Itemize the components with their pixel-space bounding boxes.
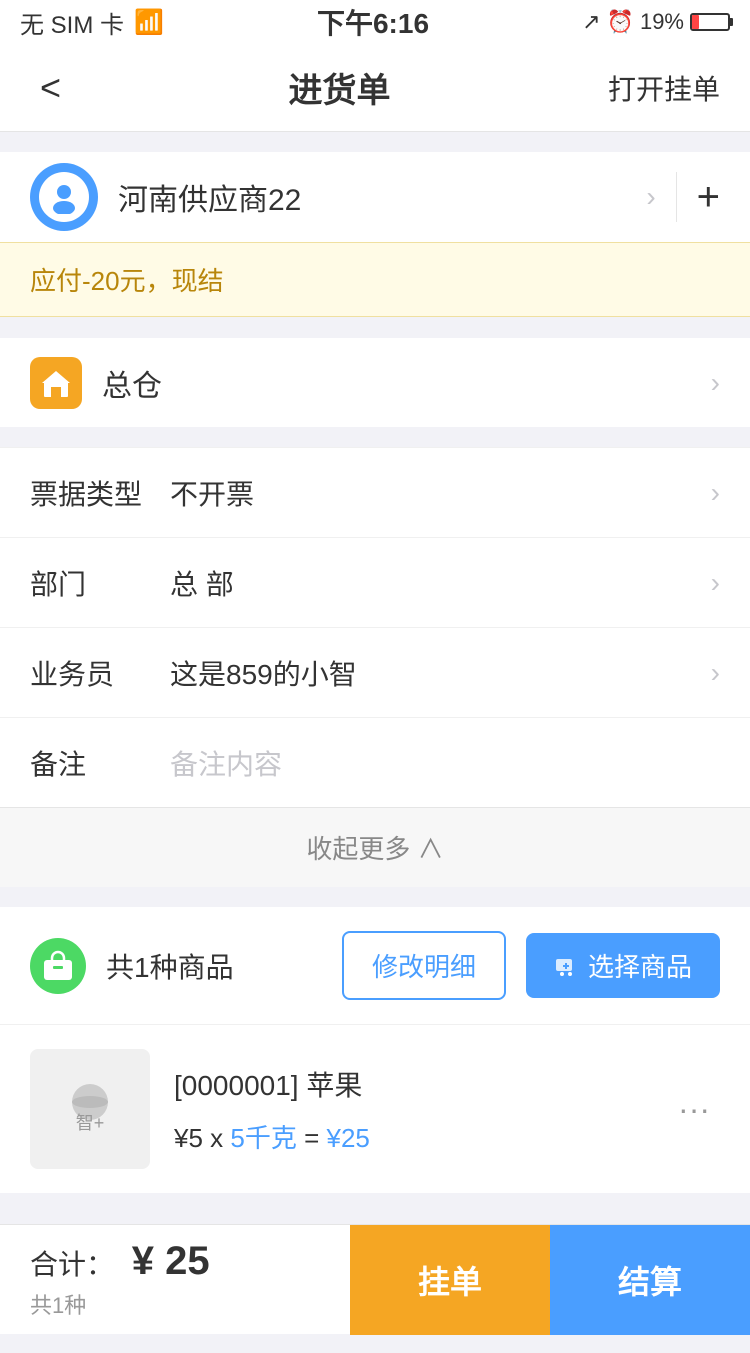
invoice-type-arrow: › <box>711 477 720 509</box>
supplier-section: 河南供应商22 › + 应付-20元，现结 <box>0 152 750 317</box>
products-header: 共1种商品 修改明细 选择商品 <box>0 907 750 1024</box>
price-qty: 5千克 <box>230 1123 296 1153</box>
total-amount: ¥ 25 <box>132 1239 210 1283</box>
collapse-label: 收起更多 ∧ <box>306 829 443 866</box>
gap-4 <box>0 887 750 907</box>
invoice-type-label: 票据类型 <box>30 473 150 513</box>
gap-2 <box>0 317 750 337</box>
salesperson-label: 业务员 <box>30 653 150 693</box>
status-bar: 无 SIM 卡 📶 下午6:16 ↗ ⏰ 19% <box>0 0 750 44</box>
form-section: 票据类型 不开票 › 部门 总 部 › 业务员 这是859的小智 › 备注 备注… <box>0 447 750 807</box>
cart-icon <box>554 954 578 978</box>
invoice-type-row[interactable]: 票据类型 不开票 › <box>0 447 750 537</box>
location-icon: ↗ <box>582 9 600 35</box>
products-icon <box>30 938 86 994</box>
gap-1 <box>0 132 750 152</box>
product-name: [0000001] 苹果 <box>174 1064 644 1104</box>
supplier-name: 河南供应商22 <box>118 175 646 219</box>
product-code: [0000001] <box>174 1070 306 1101</box>
remark-row[interactable]: 备注 备注内容 <box>0 717 750 807</box>
alarm-icon: ⏰ <box>607 9 634 35</box>
select-product-button[interactable]: 选择商品 <box>526 933 720 998</box>
warehouse-name: 总仓 <box>102 361 711 405</box>
battery-icon <box>690 13 730 31</box>
alert-text: 应付-20元，现结 <box>30 266 224 296</box>
collapse-button[interactable]: 收起更多 ∧ <box>0 807 750 887</box>
edit-detail-button[interactable]: 修改明细 <box>342 931 506 1000</box>
product-thumbnail: 智+ <box>30 1049 150 1169</box>
salesperson-arrow: › <box>711 657 720 689</box>
price-equals: = <box>304 1123 326 1153</box>
add-supplier-button[interactable]: + <box>697 175 720 220</box>
department-arrow: › <box>711 567 720 599</box>
checkout-button[interactable]: 结算 <box>550 1225 750 1335</box>
supplier-avatar <box>30 163 98 231</box>
total-count: 共1种 <box>30 1288 320 1320</box>
price-total: ¥25 <box>327 1123 370 1153</box>
wifi-icon: 📶 <box>134 8 164 37</box>
supplier-row[interactable]: 河南供应商22 › + <box>0 152 750 242</box>
product-price: ¥5 x 5千克 = ¥25 <box>174 1118 644 1155</box>
remark-label: 备注 <box>30 743 150 783</box>
person-icon <box>47 180 81 214</box>
status-right: ↗ ⏰ 19% <box>582 9 730 35</box>
department-row[interactable]: 部门 总 部 › <box>0 537 750 627</box>
bag-icon <box>40 948 76 984</box>
hang-order-button[interactable]: 挂单 <box>350 1225 550 1335</box>
product-thumb-icon: 智+ <box>55 1074 125 1144</box>
gap-3 <box>0 427 750 447</box>
select-product-label: 选择商品 <box>588 947 692 984</box>
product-more-button[interactable]: ··· <box>668 1081 720 1138</box>
product-item: 智+ [0000001] 苹果 ¥5 x 5千克 = ¥25 ··· <box>0 1024 750 1193</box>
page-title: 进货单 <box>289 63 391 112</box>
warehouse-arrow-icon: › <box>711 367 720 399</box>
price-separator: x <box>210 1123 230 1153</box>
department-label: 部门 <box>30 563 150 603</box>
total-section: 合计： ¥ 25 共1种 <box>0 1239 350 1320</box>
back-button[interactable]: < <box>30 57 71 119</box>
warehouse-icon <box>30 357 82 409</box>
invoice-type-value: 不开票 <box>150 473 711 513</box>
price-base: ¥5 <box>174 1123 203 1153</box>
total-label: 合计： <box>30 1249 114 1280</box>
svg-text:智+: 智+ <box>76 1113 105 1133</box>
salesperson-row[interactable]: 业务员 这是859的小智 › <box>0 627 750 717</box>
alert-banner: 应付-20元，现结 <box>0 242 750 317</box>
supplier-arrow-icon: › <box>646 181 655 213</box>
carrier-label: 无 SIM 卡 <box>20 5 124 40</box>
products-section: 共1种商品 修改明细 选择商品 智+ <box>0 907 750 1193</box>
department-value: 总 部 <box>150 563 711 603</box>
warehouse-row[interactable]: 总仓 › <box>0 337 750 427</box>
nav-bar: < 进货单 打开挂单 <box>0 44 750 132</box>
content: 河南供应商22 › + 应付-20元，现结 总仓 › 票 <box>0 132 750 1353</box>
warehouse-section: 总仓 › <box>0 337 750 427</box>
products-count: 共1种商品 <box>106 946 322 986</box>
status-left: 无 SIM 卡 📶 <box>20 5 164 40</box>
salesperson-value: 这是859的小智 <box>150 653 711 693</box>
home-icon <box>40 367 72 399</box>
supplier-divider <box>676 172 677 222</box>
avatar-inner <box>39 172 89 222</box>
bottom-bar: 合计： ¥ 25 共1种 挂单 结算 <box>0 1224 750 1334</box>
battery-percent: 19% <box>640 9 684 35</box>
product-info: [0000001] 苹果 ¥5 x 5千克 = ¥25 <box>174 1064 644 1155</box>
remark-value: 备注内容 <box>150 743 720 783</box>
open-pending-button[interactable]: 打开挂单 <box>608 68 720 108</box>
status-time: 下午6:16 <box>317 2 429 42</box>
product-title: 苹果 <box>306 1070 362 1101</box>
